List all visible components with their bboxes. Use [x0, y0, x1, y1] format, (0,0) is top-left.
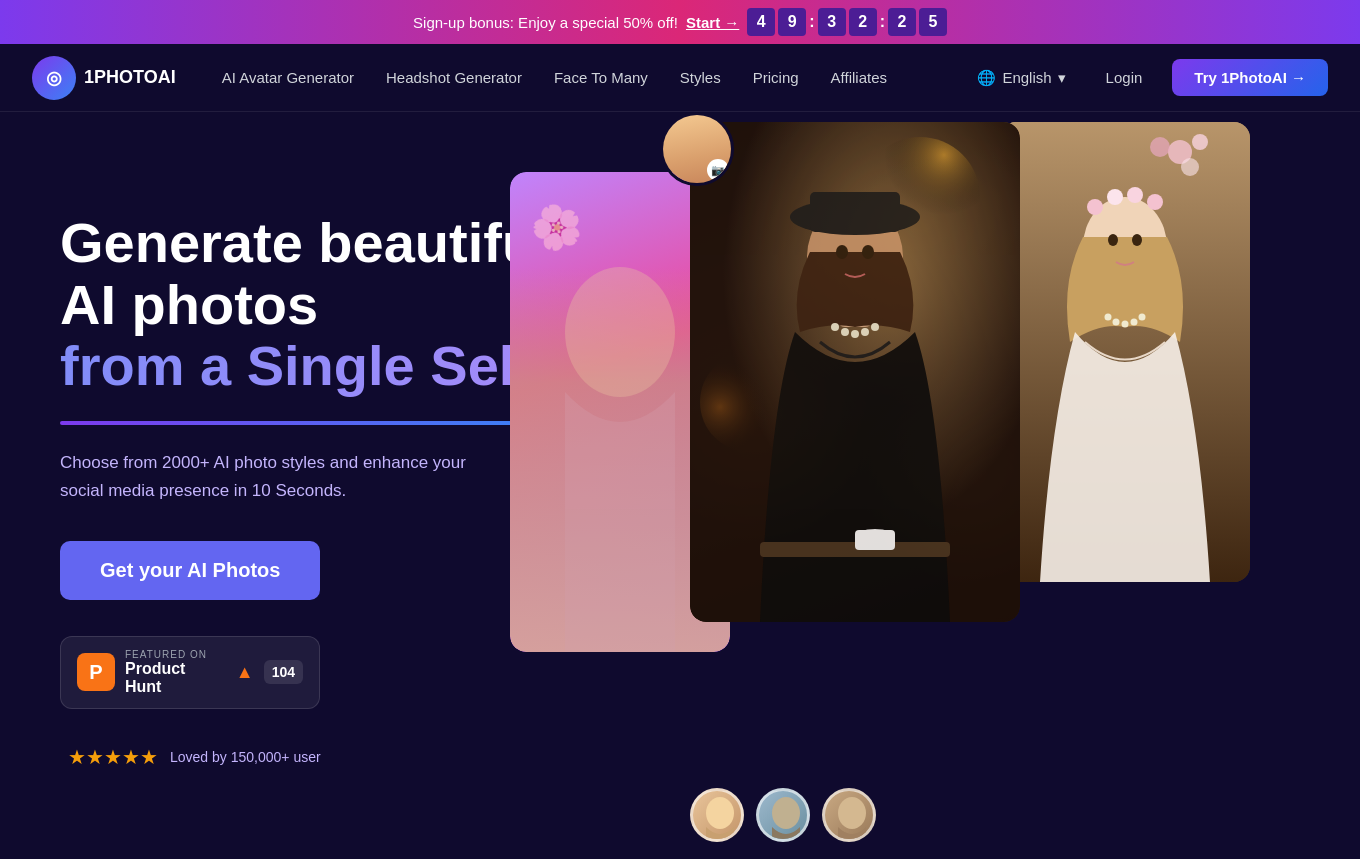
- thumbnail-1[interactable]: [690, 788, 744, 842]
- star-rating: ★★★★★: [68, 745, 158, 769]
- svg-point-36: [706, 797, 734, 829]
- digit-2: 9: [778, 8, 806, 36]
- ph-arrow-icon: ▲: [236, 662, 254, 683]
- thumb3-svg: [825, 791, 876, 842]
- thumb2-svg: [759, 791, 810, 842]
- logo[interactable]: ◎ 1PHOTOAI: [32, 56, 176, 100]
- svg-point-34: [1131, 319, 1138, 326]
- avatar-upload[interactable]: 📷: [660, 112, 734, 186]
- thumbnail-row: [690, 788, 876, 842]
- thumb1-svg: [693, 791, 744, 842]
- ph-count: 104: [264, 660, 303, 684]
- nav-styles[interactable]: Styles: [666, 61, 735, 94]
- svg-point-11: [841, 328, 849, 336]
- ph-featured-label: FEATURED ON: [125, 649, 226, 660]
- svg-point-20: [1192, 134, 1208, 150]
- sep-1: :: [809, 13, 814, 31]
- thumbnail-3[interactable]: [822, 788, 876, 842]
- nav-right: 🌐 English ▾ Login Try 1PhotoAI →: [967, 59, 1328, 96]
- hero-section: Generate beautiful AI photos from a Sing…: [0, 112, 1360, 859]
- hero-images: 📷 🌸: [510, 112, 1360, 859]
- right-photo-inner: [1000, 122, 1250, 582]
- digit-4: 2: [849, 8, 877, 36]
- svg-point-28: [1147, 194, 1163, 210]
- camera-badge-icon: 📷: [707, 159, 729, 181]
- svg-point-0: [565, 267, 675, 397]
- svg-point-37: [772, 797, 800, 829]
- svg-point-38: [838, 797, 866, 829]
- product-hunt-badge[interactable]: P FEATURED ON Product Hunt ▲ 104: [60, 636, 320, 709]
- sep-2: :: [880, 13, 885, 31]
- banner-start-link[interactable]: Start →: [686, 14, 739, 31]
- product-hunt-icon: P: [77, 653, 115, 691]
- svg-point-33: [1122, 321, 1129, 328]
- svg-point-12: [851, 330, 859, 338]
- banner-text: Sign-up bonus: Enjoy a special 50% off!: [413, 14, 678, 31]
- svg-point-26: [1107, 189, 1123, 205]
- main-ai-photo: [690, 122, 1020, 622]
- svg-point-32: [1113, 319, 1120, 326]
- review-text: Loved by 150,000+ user: [170, 749, 321, 765]
- logo-icon: ◎: [32, 56, 76, 100]
- svg-point-9: [862, 245, 874, 259]
- top-banner: Sign-up bonus: Enjoy a special 50% off! …: [0, 0, 1360, 44]
- digit-5: 2: [888, 8, 916, 36]
- title-underline: [60, 421, 540, 425]
- svg-point-31: [1105, 314, 1112, 321]
- navbar: ◎ 1PHOTOAI AI Avatar Generator Headshot …: [0, 44, 1360, 112]
- svg-point-10: [831, 323, 839, 331]
- review-row: ★★★★★ Loved by 150,000+ user: [68, 745, 321, 769]
- nav-affiliates[interactable]: Affiliates: [817, 61, 901, 94]
- digit-6: 5: [919, 8, 947, 36]
- right-ai-photo: [1000, 122, 1250, 582]
- svg-point-22: [1181, 158, 1199, 176]
- digit-3: 3: [818, 8, 846, 36]
- language-selector[interactable]: 🌐 English ▾: [967, 63, 1075, 93]
- product-hunt-text: FEATURED ON Product Hunt: [125, 649, 226, 696]
- nav-ai-avatar[interactable]: AI Avatar Generator: [208, 61, 368, 94]
- svg-rect-7: [810, 192, 900, 232]
- hero-left: Generate beautiful AI photos from a Sing…: [60, 172, 580, 769]
- hero-description: Choose from 2000+ AI photo styles and en…: [60, 449, 500, 505]
- main-figure-svg: [690, 122, 1020, 622]
- chevron-down-icon: ▾: [1058, 69, 1066, 87]
- thumbnail-2[interactable]: [756, 788, 810, 842]
- svg-point-29: [1108, 234, 1118, 246]
- login-button[interactable]: Login: [1092, 61, 1157, 94]
- svg-point-30: [1132, 234, 1142, 246]
- svg-point-27: [1127, 187, 1143, 203]
- svg-point-14: [871, 323, 879, 331]
- main-photo-inner: [690, 122, 1020, 622]
- digit-1: 4: [747, 8, 775, 36]
- hero-title-line1: Generate beautiful AI photos: [60, 211, 552, 336]
- svg-point-13: [861, 328, 869, 336]
- countdown: 4 9 : 3 2 : 2 5: [747, 8, 947, 36]
- globe-icon: 🌐: [977, 69, 996, 87]
- ph-name-label: Product Hunt: [125, 660, 226, 696]
- hero-title-line2: from a Single Selfie: [60, 334, 580, 397]
- nav-face-to-many[interactable]: Face To Many: [540, 61, 662, 94]
- nav-headshot[interactable]: Headshot Generator: [372, 61, 536, 94]
- nav-pricing[interactable]: Pricing: [739, 61, 813, 94]
- svg-point-21: [1150, 137, 1170, 157]
- svg-rect-17: [855, 530, 895, 550]
- svg-point-8: [836, 245, 848, 259]
- svg-point-25: [1087, 199, 1103, 215]
- hero-title: Generate beautiful AI photos from a Sing…: [60, 212, 580, 397]
- cta-button[interactable]: Get your AI Photos: [60, 541, 320, 600]
- logo-text: 1PHOTOAI: [84, 67, 176, 88]
- try-button[interactable]: Try 1PhotoAI →: [1172, 59, 1328, 96]
- svg-point-35: [1139, 314, 1146, 321]
- language-label: English: [1002, 69, 1051, 86]
- right-figure-svg: [1000, 122, 1250, 582]
- nav-links: AI Avatar Generator Headshot Generator F…: [208, 61, 968, 94]
- avatar-circle: 📷: [660, 112, 734, 186]
